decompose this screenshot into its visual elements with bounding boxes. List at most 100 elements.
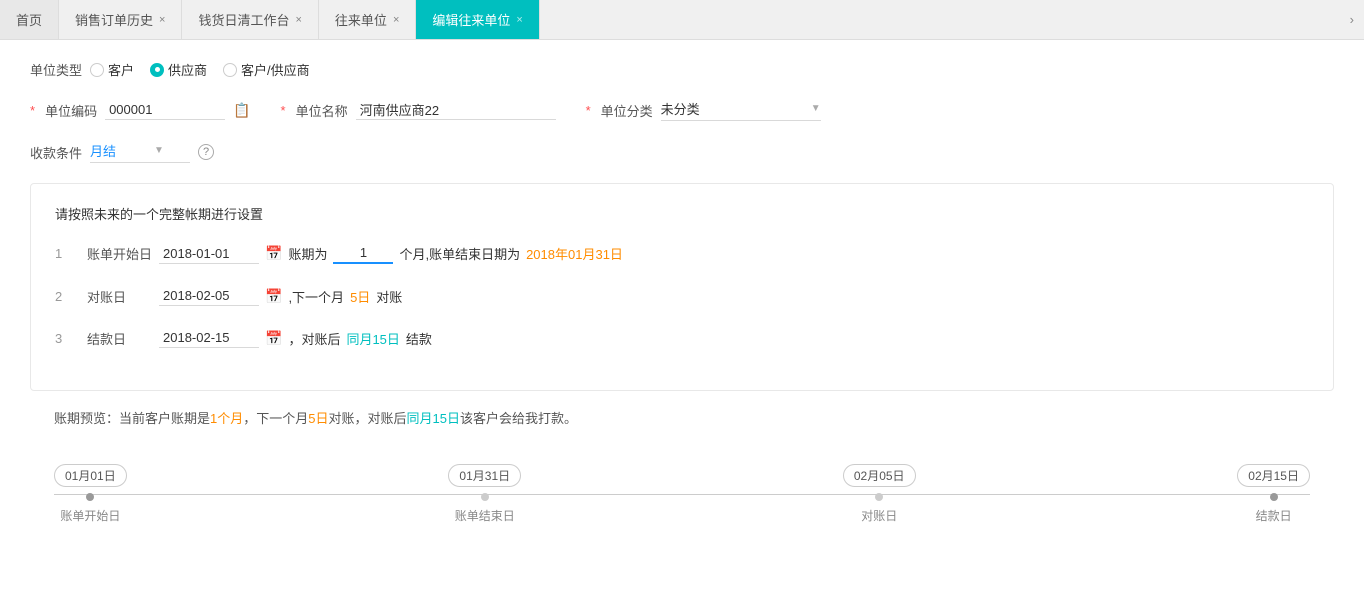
unit-category-select[interactable]: 未分类 ▼ xyxy=(661,99,821,121)
radio-supplier[interactable]: 供应商 xyxy=(150,60,207,79)
tl-label-2: 对账日 xyxy=(861,507,897,524)
tab-partner-units[interactable]: 往来单位 × xyxy=(319,0,416,39)
tl-badge-3: 02月15日 xyxy=(1237,464,1310,487)
tab-bar: 首页 销售订单历史 × 钱货日清工作台 × 往来单位 × 编辑往来单位 × › xyxy=(0,0,1364,40)
tl-point-1: 01月31日 账单结束日 xyxy=(448,464,521,524)
settlement-date-calendar-icon[interactable]: 📅 xyxy=(265,330,282,347)
reconcile-suffix-before: ,下一个月 xyxy=(288,287,344,306)
row-label-3: 结款日 xyxy=(87,329,147,348)
unit-code-input[interactable] xyxy=(105,100,225,120)
reconcile-date-input[interactable] xyxy=(159,286,259,306)
tl-point-0: 01月01日 账单开始日 xyxy=(54,464,127,524)
preview-suffix: 该客户会给我打款。 xyxy=(460,411,577,426)
setting-row-2: 2 对账日 📅 ,下一个月 5日对账 xyxy=(55,286,1309,306)
preview-part3: 同月15日 xyxy=(407,411,460,426)
radio-supplier-label: 供应商 xyxy=(168,60,207,79)
row-value-3: 📅 ，对账后同月15日结款 xyxy=(159,328,432,348)
payment-terms-row: 收款条件 月结 ▼ ? xyxy=(30,141,1334,163)
radio-both-label: 客户/供应商 xyxy=(241,60,310,79)
payment-terms-arrow-icon: ▼ xyxy=(154,145,164,156)
tab-edit-partner[interactable]: 编辑往来单位 × xyxy=(416,0,539,39)
unit-code-required: * xyxy=(30,103,35,118)
preview-middle1: ，下一个月 xyxy=(243,411,308,426)
tab-sales-history-label: 销售订单历史 xyxy=(75,10,153,29)
period-end-date: 2018年01月31日 xyxy=(526,244,623,263)
tab-sales-history-close[interactable]: × xyxy=(159,14,165,26)
payment-terms-help-icon[interactable]: ? xyxy=(198,144,214,160)
tab-partner-units-label: 往来单位 xyxy=(335,10,387,29)
tab-more-button[interactable]: › xyxy=(1340,0,1364,39)
unit-type-row: 单位类型 客户 供应商 客户/供应商 xyxy=(30,60,1334,79)
tab-edit-partner-close[interactable]: × xyxy=(516,14,522,26)
reconcile-date-calendar-icon[interactable]: 📅 xyxy=(265,288,282,305)
tl-point-2: 02月05日 对账日 xyxy=(843,464,916,524)
unit-code-calendar-icon[interactable]: 📋 xyxy=(233,102,250,119)
row-label-1: 账单开始日 xyxy=(87,244,147,263)
tab-partner-units-close[interactable]: × xyxy=(393,14,399,26)
settlement-suffix-teal: 同月15日 xyxy=(346,329,399,348)
start-date-input[interactable] xyxy=(159,244,259,264)
tl-dot-3 xyxy=(1270,493,1278,501)
reconcile-suffix-orange: 5日 xyxy=(350,287,370,306)
payment-terms-label: 收款条件 xyxy=(30,143,82,162)
setting-row-3: 3 结款日 📅 ，对账后同月15日结款 xyxy=(55,328,1309,348)
unit-category-required: * xyxy=(586,103,591,118)
tl-point-3: 02月15日 结款日 xyxy=(1237,464,1310,524)
tl-badge-1: 01月31日 xyxy=(448,464,521,487)
unit-type-group: 单位类型 客户 供应商 客户/供应商 xyxy=(30,60,310,79)
settlement-suffix-before: ，对账后 xyxy=(288,329,340,348)
period-value-input[interactable] xyxy=(333,243,393,264)
payment-terms-value: 月结 xyxy=(90,141,150,160)
tab-home[interactable]: 首页 xyxy=(0,0,59,39)
row-num-2: 2 xyxy=(55,289,75,304)
row-num-3: 3 xyxy=(55,331,75,346)
unit-name-input[interactable] xyxy=(356,100,556,120)
tl-label-1: 账单结束日 xyxy=(455,507,515,524)
preview-part2: 5日 xyxy=(308,411,328,426)
tab-home-label: 首页 xyxy=(16,10,42,29)
card-title: 请按照未来的一个完整帐期进行设置 xyxy=(55,204,1309,223)
unit-category-group: * 单位分类 未分类 ▼ xyxy=(586,99,821,121)
tab-sales-history[interactable]: 销售订单历史 × xyxy=(59,0,182,39)
radio-supplier-circle xyxy=(150,63,164,77)
settlement-date-input[interactable] xyxy=(159,328,259,348)
tab-cash-work[interactable]: 钱货日清工作台 × xyxy=(182,0,318,39)
period-unit: 个月,账单结束日期为 xyxy=(399,244,520,263)
unit-code-group: * 单位编码 📋 xyxy=(30,100,251,120)
tab-cash-work-close[interactable]: × xyxy=(295,14,301,26)
radio-both[interactable]: 客户/供应商 xyxy=(223,60,310,79)
unit-category-value: 未分类 xyxy=(661,99,811,118)
row-label-2: 对账日 xyxy=(87,287,147,306)
tl-badge-0: 01月01日 xyxy=(54,464,127,487)
tl-dot-0 xyxy=(86,493,94,501)
preview-middle2: 对账，对账后 xyxy=(329,411,407,426)
preview-part1: 1个月 xyxy=(210,411,243,426)
preview-text: 账期预览：当前客户账期是1个月，下一个月5日对账，对账后同月15日该客户会给我打… xyxy=(30,407,1334,430)
unit-type-radio-group: 客户 供应商 客户/供应商 xyxy=(90,60,310,79)
unit-name-label: 单位名称 xyxy=(296,101,348,120)
tab-edit-partner-label: 编辑往来单位 xyxy=(432,10,510,29)
reconcile-suffix-after: 对账 xyxy=(376,287,402,306)
radio-customer[interactable]: 客户 xyxy=(90,60,134,79)
unit-type-label: 单位类型 xyxy=(30,60,82,79)
period-label: 账期为 xyxy=(288,244,327,263)
unit-name-group: * 单位名称 xyxy=(281,100,556,120)
preview-prefix: 账期预览：当前客户账期是 xyxy=(54,411,210,426)
tl-dot-2 xyxy=(875,493,883,501)
row-num-1: 1 xyxy=(55,246,75,261)
radio-customer-label: 客户 xyxy=(108,60,134,79)
start-date-calendar-icon[interactable]: 📅 xyxy=(265,245,282,262)
tl-badge-2: 02月05日 xyxy=(843,464,916,487)
main-content: 单位类型 客户 供应商 客户/供应商 * 单位编码 xyxy=(0,40,1364,608)
settlement-suffix-after: 结款 xyxy=(406,329,432,348)
unit-code-label: 单位编码 xyxy=(45,101,97,120)
tl-dot-1 xyxy=(481,493,489,501)
tl-label-0: 账单开始日 xyxy=(60,507,120,524)
unit-name-required: * xyxy=(281,103,286,118)
row-value-2: 📅 ,下一个月 5日对账 xyxy=(159,286,402,306)
unit-info-row: * 单位编码 📋 * 单位名称 * 单位分类 未分类 ▼ xyxy=(30,99,1334,121)
setting-row-1: 1 账单开始日 📅 账期为 个月,账单结束日期为 2018年01月31日 xyxy=(55,243,1309,264)
unit-category-label: 单位分类 xyxy=(601,101,653,120)
payment-terms-dropdown[interactable]: 月结 ▼ xyxy=(90,141,190,163)
card-section: 请按照未来的一个完整帐期进行设置 1 账单开始日 📅 账期为 个月,账单结束日期… xyxy=(30,183,1334,391)
